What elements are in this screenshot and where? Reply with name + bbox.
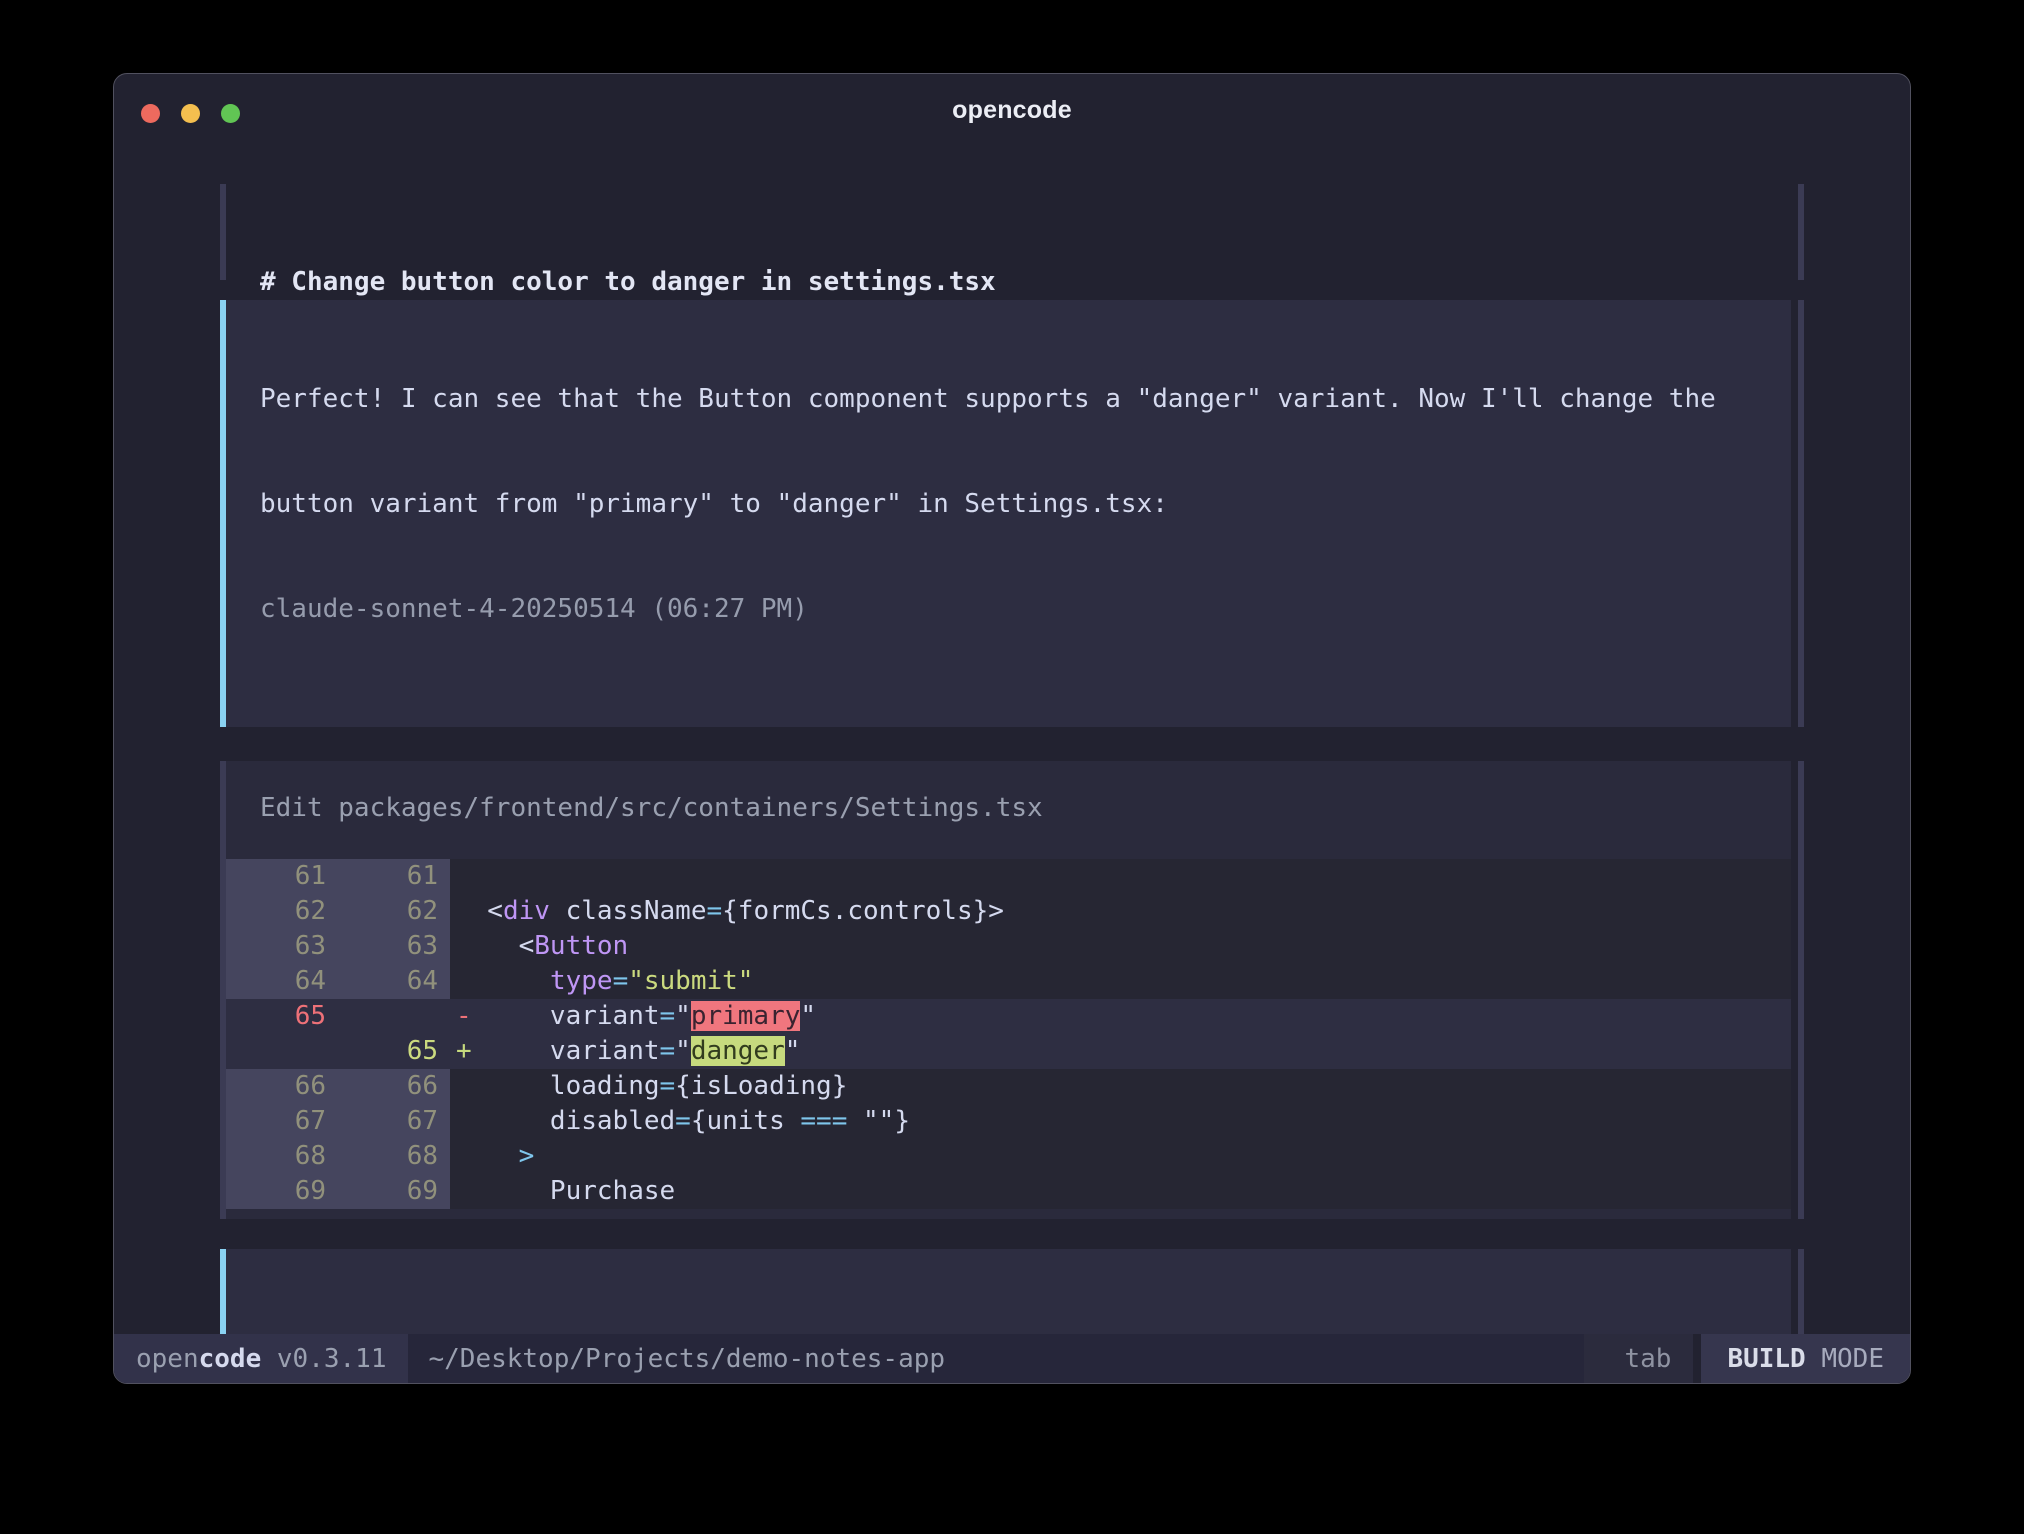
right-border-bar (1798, 184, 1804, 280)
session-header: # Change button color to danger in setti… (220, 184, 1804, 280)
diff-row: 65- variant="primary" (226, 999, 1791, 1034)
diff-code-line: - variant="primary" (450, 999, 1791, 1034)
diff-line-numbers: 6666 (226, 1069, 450, 1104)
mode-name: BUILD (1727, 1344, 1805, 1374)
app-name-regular: open (136, 1344, 199, 1374)
diff-code-line: type="submit" (450, 964, 1791, 999)
status-bar: opencode v0.3.11 ~/Desktop/Projects/demo… (114, 1334, 1910, 1383)
close-button[interactable] (141, 104, 160, 123)
message-meta: claude-sonnet-4-20250514 (06:27 PM) (260, 592, 1761, 627)
diff-code-line: > (450, 1139, 1791, 1174)
diff-code-line: Purchase (450, 1174, 1791, 1209)
diff-code-line: <Button (450, 929, 1791, 964)
diff-line-numbers: 6464 (226, 964, 450, 999)
titlebar: opencode (114, 74, 1910, 184)
main-content: # Change button color to danger in setti… (220, 184, 1804, 1384)
diff-row: 6161 (226, 859, 1791, 894)
diff-code-line: disabled={units === ""} (450, 1104, 1791, 1139)
diff-row: 6464 type="submit" (226, 964, 1791, 999)
diff-row: 6767 disabled={units === ""} (226, 1104, 1791, 1139)
diff-row: 6262 <div className={formCs.controls}> (226, 894, 1791, 929)
edit-tool-block: Edit packages/frontend/src/containers/Se… (220, 761, 1804, 1219)
diff-row: 65+ variant="danger" (226, 1034, 1791, 1069)
diff-line-numbers: 6363 (226, 929, 450, 964)
diff-code-line (450, 859, 1791, 894)
app-version: v0.3.11 (261, 1344, 386, 1374)
diff-line-numbers: 65 (226, 999, 450, 1034)
diff-line-numbers: 6868 (226, 1139, 450, 1174)
diff-line-numbers: 6262 (226, 894, 450, 929)
assistant-message: Perfect! I can see that the Button compo… (220, 300, 1804, 727)
traffic-lights (141, 104, 240, 123)
right-border-bar (1798, 761, 1804, 1219)
app-name-bold: code (199, 1344, 262, 1374)
diff-line-numbers: 6969 (226, 1174, 450, 1209)
diff-code-line: <div className={formCs.controls}> (450, 894, 1791, 929)
mode-indicator: BUILD MODE (1701, 1334, 1910, 1383)
segment-separator (1693, 1334, 1701, 1383)
session-title: # Change button color to danger in setti… (260, 264, 1761, 300)
message-line: button variant from "primary" to "danger… (260, 487, 1761, 522)
app-version-segment: opencode v0.3.11 (114, 1334, 408, 1383)
window-title: opencode (114, 74, 1910, 125)
zoom-button[interactable] (221, 104, 240, 123)
diff-line-numbers: 65 (226, 1034, 450, 1069)
diff-code-line: + variant="danger" (450, 1034, 1791, 1069)
tab-key-hint: tab (1584, 1334, 1693, 1383)
diff-row: 6666 loading={isLoading} (226, 1069, 1791, 1104)
diff-row: 6363 <Button (226, 929, 1791, 964)
screen: { "window": { "title": "opencode" }, "tr… (0, 0, 2024, 1534)
diff-code-line: loading={isLoading} (450, 1069, 1791, 1104)
diff-row: 6969 Purchase (226, 1174, 1791, 1209)
working-directory: ~/Desktop/Projects/demo-notes-app (428, 1344, 945, 1374)
mode-suffix: MODE (1806, 1344, 1884, 1374)
right-border-bar (1798, 300, 1804, 727)
diff-table: 6161 6262 <div className={formCs.control… (226, 859, 1791, 1209)
diff-row: 6868 > (226, 1139, 1791, 1174)
opencode-window: opencode # Change button color to danger… (113, 73, 1911, 1384)
message-line: Perfect! I can see that the Button compo… (260, 382, 1761, 417)
diff-line-numbers: 6161 (226, 859, 450, 894)
edit-tool-title: Edit packages/frontend/src/containers/Se… (226, 761, 1791, 826)
minimize-button[interactable] (181, 104, 200, 123)
diff-line-numbers: 6767 (226, 1104, 450, 1139)
